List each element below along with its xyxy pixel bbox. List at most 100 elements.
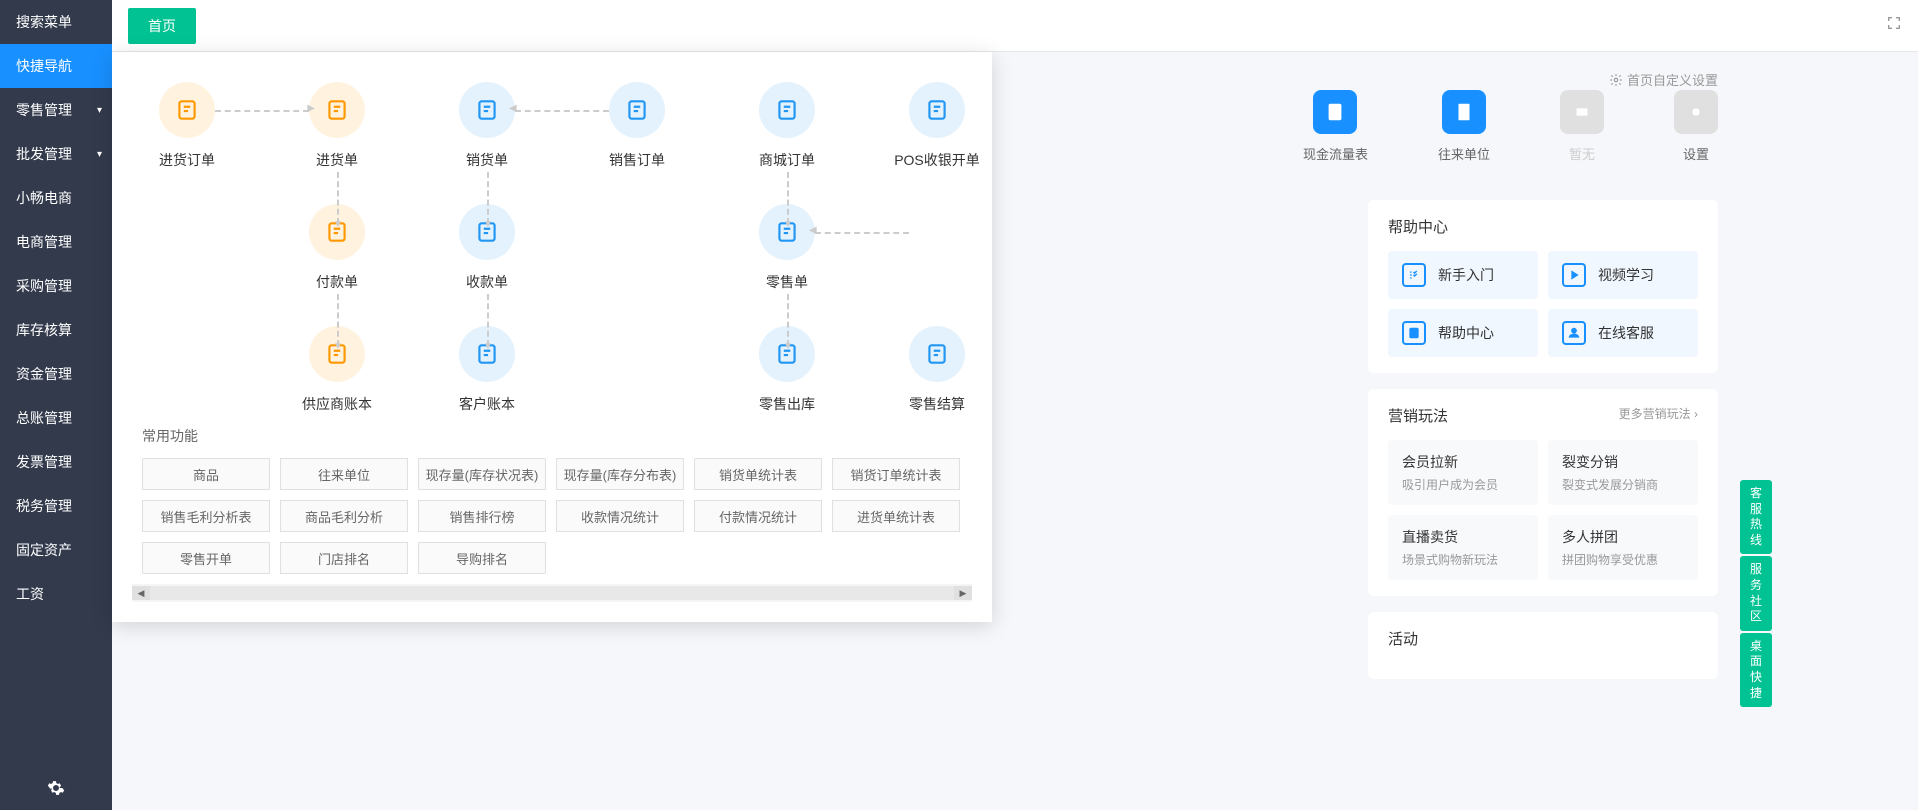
activity-card: 活动 — [1368, 612, 1718, 679]
shortcut-settings[interactable]: 设置 — [1674, 90, 1718, 163]
fullscreen-icon[interactable] — [1886, 15, 1902, 31]
document-icon — [1402, 321, 1426, 345]
mkt-title: 裂变分销 — [1562, 452, 1684, 472]
help-item-beginner[interactable]: 新手入门 — [1388, 251, 1538, 299]
flow-node-5[interactable]: POS收银开单 — [862, 82, 1012, 170]
sidebar-item-ledger[interactable]: 总账管理 — [0, 396, 112, 440]
shortcut-none[interactable]: 暂无 — [1560, 90, 1604, 163]
sidebar-label: 资金管理 — [16, 364, 72, 384]
sidebar-item-salary[interactable]: 工资 — [0, 572, 112, 616]
fn-btn-2[interactable]: 现存量(库存状况表) — [418, 458, 546, 490]
sidebar-label: 采购管理 — [16, 276, 72, 296]
sidebar-label: 批发管理 — [16, 144, 72, 164]
flow-node-3[interactable]: 销售订单 — [562, 82, 712, 170]
flow-node-12[interactable]: 零售结算 — [862, 326, 1012, 414]
document-icon — [459, 82, 515, 138]
gear-icon — [1674, 90, 1718, 134]
fn-btn-3[interactable]: 现存量(库存分布表) — [556, 458, 684, 490]
mkt-sub: 裂变式发展分销商 — [1562, 476, 1684, 493]
building-icon — [1442, 90, 1486, 134]
gear-icon — [47, 779, 65, 797]
sticky-desktop[interactable]: 桌面快捷 — [1740, 633, 1772, 707]
marketing-item-live[interactable]: 直播卖货 场景式购物新玩法 — [1388, 515, 1538, 580]
fn-btn-11[interactable]: 进货单统计表 — [832, 500, 960, 532]
sidebar-item-retail[interactable]: 零售管理▾ — [0, 88, 112, 132]
fn-btn-0[interactable]: 商品 — [142, 458, 270, 490]
fn-btn-4[interactable]: 销货单统计表 — [694, 458, 822, 490]
fn-btn-13[interactable]: 门店排名 — [280, 542, 408, 574]
sticky-community[interactable]: 服务社区 — [1740, 556, 1772, 630]
sidebar-item-tax[interactable]: 税务管理 — [0, 484, 112, 528]
sidebar-label: 税务管理 — [16, 496, 72, 516]
shortcut-partners[interactable]: 往来单位 — [1438, 90, 1490, 163]
flow-label: POS收银开单 — [862, 150, 1012, 170]
flow-node-2[interactable]: 销货单 — [412, 82, 562, 170]
settings-gear-button[interactable] — [0, 766, 112, 810]
customize-label: 首页自定义设置 — [1627, 70, 1718, 89]
sidebar-label: 小畅电商 — [16, 188, 72, 208]
sidebar: 搜索菜单 快捷导航 零售管理▾ 批发管理▾ 小畅电商 电商管理 采购管理 库存核… — [0, 0, 112, 810]
scroll-right-button[interactable]: ▶ — [954, 586, 972, 600]
fn-btn-5[interactable]: 销货订单统计表 — [832, 458, 960, 490]
sidebar-item-wholesale[interactable]: 批发管理▾ — [0, 132, 112, 176]
shortcut-cashflow[interactable]: 现金流量表 — [1303, 90, 1368, 163]
flyout-scrollbar[interactable]: ◀ ▶ — [132, 584, 972, 602]
fn-btn-10[interactable]: 付款情况统计 — [694, 500, 822, 532]
help-item-center[interactable]: 帮助中心 — [1388, 309, 1538, 357]
flow-label: 销售订单 — [562, 150, 712, 170]
flow-node-0[interactable]: 进货订单 — [112, 82, 262, 170]
sidebar-item-purchase[interactable]: 采购管理 — [0, 264, 112, 308]
marketing-item-fission[interactable]: 裂变分销 裂变式发展分销商 — [1548, 440, 1698, 505]
sidebar-item-quicknav[interactable]: 快捷导航 — [0, 44, 112, 88]
more-marketing-link[interactable]: 更多营销玩法 › — [1619, 405, 1698, 426]
sidebar-item-funds[interactable]: 资金管理 — [0, 352, 112, 396]
document-icon — [1313, 90, 1357, 134]
document-icon — [159, 82, 215, 138]
sidebar-item-invoice[interactable]: 发票管理 — [0, 440, 112, 484]
document-icon — [759, 82, 815, 138]
scroll-track[interactable] — [150, 586, 954, 600]
document-icon — [309, 82, 365, 138]
sidebar-item-xiaochange[interactable]: 小畅电商 — [0, 176, 112, 220]
tab-home[interactable]: 首页 — [128, 8, 196, 44]
scroll-left-button[interactable]: ◀ — [132, 586, 150, 600]
fn-btn-7[interactable]: 商品毛利分析 — [280, 500, 408, 532]
shortcuts-row: 现金流量表 往来单位 暂无 设置 — [1303, 90, 1718, 163]
flow-label: 零售出库 — [712, 394, 862, 414]
fn-btn-1[interactable]: 往来单位 — [280, 458, 408, 490]
card-title: 营销玩法 更多营销玩法 › — [1388, 405, 1698, 426]
help-item-video[interactable]: 视频学习 — [1548, 251, 1698, 299]
marketing-item-member[interactable]: 会员拉新 吸引用户成为会员 — [1388, 440, 1538, 505]
help-item-support[interactable]: 在线客服 — [1548, 309, 1698, 357]
flow-label: 零售单 — [712, 272, 862, 292]
document-icon — [909, 326, 965, 382]
document-icon — [909, 82, 965, 138]
help-label: 新手入门 — [1438, 265, 1494, 285]
flow-label: 客户账本 — [412, 394, 562, 414]
fn-btn-12[interactable]: 零售开单 — [142, 542, 270, 574]
fn-btn-6[interactable]: 销售毛利分析表 — [142, 500, 270, 532]
tab-label: 首页 — [148, 18, 176, 34]
sidebar-item-search[interactable]: 搜索菜单 — [0, 0, 112, 44]
flow-node-1[interactable]: 进货单 — [262, 82, 412, 170]
fn-btn-9[interactable]: 收款情况统计 — [556, 500, 684, 532]
sticky-hotline[interactable]: 客服热线 — [1740, 480, 1772, 554]
sticky-tabs: 客服热线 服务社区 桌面快捷 — [1740, 480, 1772, 707]
fn-btn-14[interactable]: 导购排名 — [418, 542, 546, 574]
sidebar-item-inventory[interactable]: 库存核算 — [0, 308, 112, 352]
card-title: 活动 — [1388, 628, 1698, 649]
sidebar-item-assets[interactable]: 固定资产 — [0, 528, 112, 572]
mkt-title: 会员拉新 — [1402, 452, 1524, 472]
common-fn-title: 常用功能 — [142, 426, 962, 446]
sidebar-label: 快捷导航 — [16, 56, 72, 76]
sidebar-label: 零售管理 — [16, 100, 72, 120]
flow-label: 收款单 — [412, 272, 562, 292]
customize-home-link[interactable]: 首页自定义设置 — [1609, 70, 1718, 89]
sidebar-label: 库存核算 — [16, 320, 72, 340]
fn-btn-8[interactable]: 销售排行榜 — [418, 500, 546, 532]
marketing-item-group[interactable]: 多人拼团 拼团购物享受优惠 — [1548, 515, 1698, 580]
play-icon — [1562, 263, 1586, 287]
sidebar-item-ecommerce[interactable]: 电商管理 — [0, 220, 112, 264]
flow-label: 商城订单 — [712, 150, 862, 170]
flow-node-4[interactable]: 商城订单 — [712, 82, 862, 170]
